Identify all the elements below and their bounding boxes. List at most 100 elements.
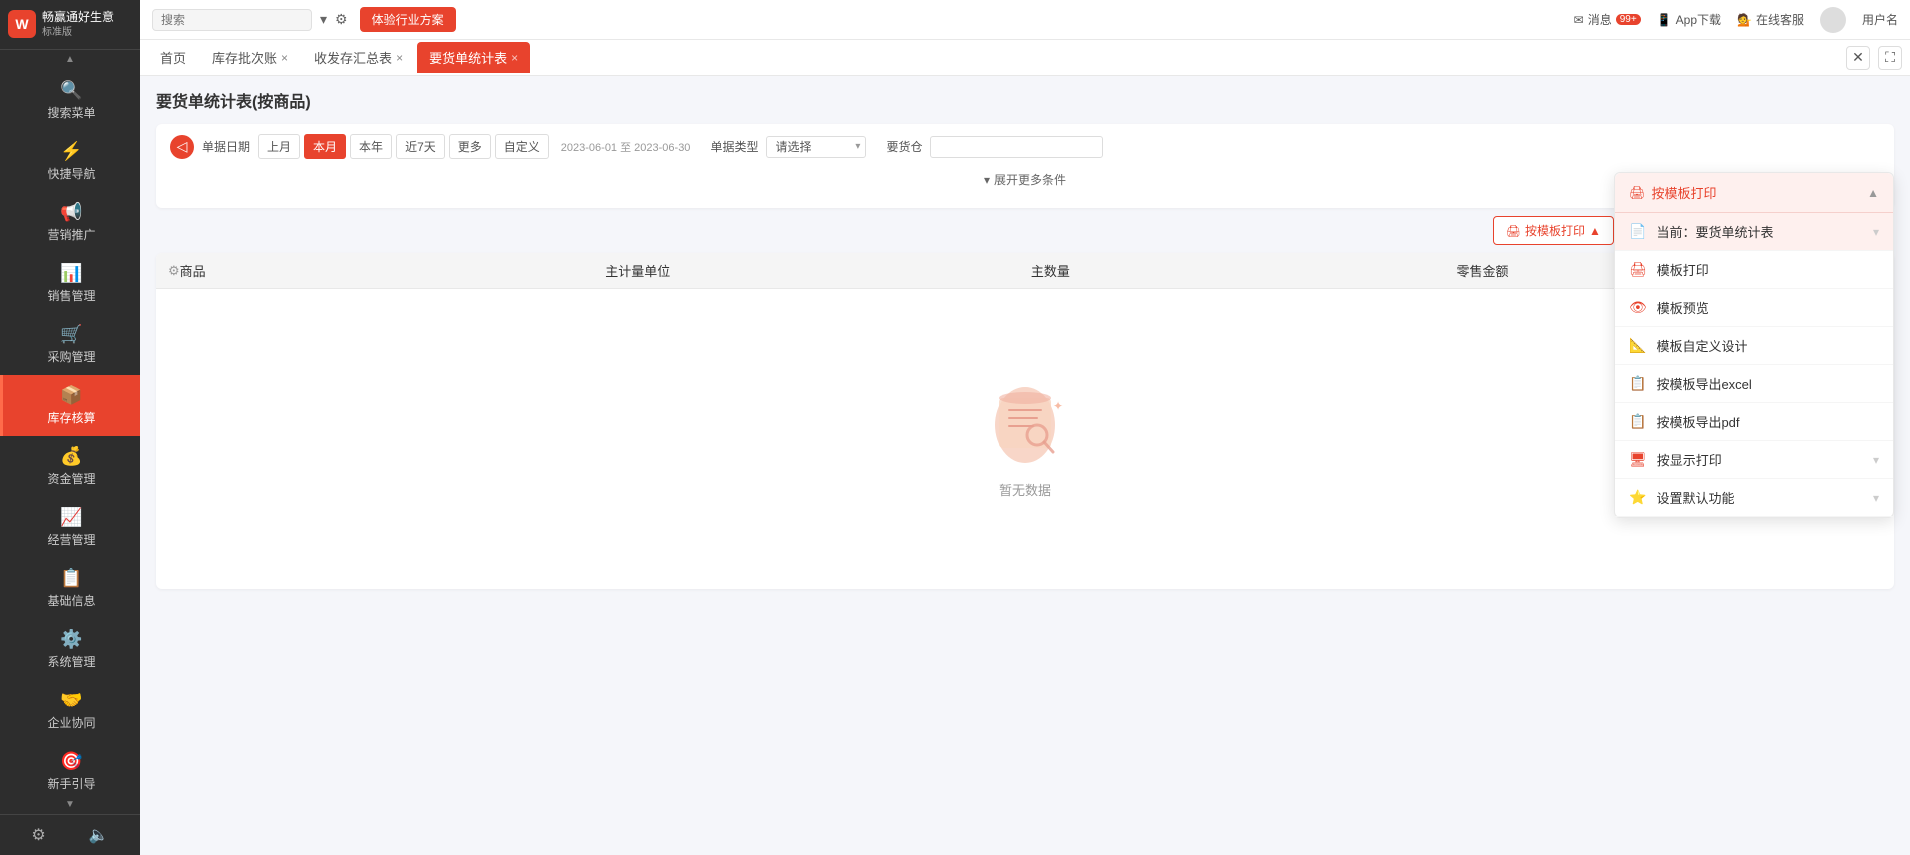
sidebar-item-purchase[interactable]: 🛒 采购管理 [0, 314, 140, 375]
settings-footer-icon[interactable]: ⚙ [31, 825, 45, 845]
sidebar-item-newbie[interactable]: 🎯 新手引导 [0, 741, 140, 794]
template-excel-label: 按模板导出excel [1656, 374, 1879, 393]
nav-dropdown-btn[interactable]: ▾ [320, 11, 327, 28]
sidebar-item-system[interactable]: ⚙️ 系统管理 [0, 619, 140, 680]
template-preview-label: 模板预览 [1657, 298, 1879, 317]
volume-footer-icon[interactable]: 🔈 [89, 825, 109, 845]
order-type-select-wrap: 请选择 [766, 136, 866, 158]
tab-receipt-summary[interactable]: 收发存汇总表 × [302, 42, 415, 73]
date-current-year-btn[interactable]: 本年 [350, 134, 392, 159]
app-download-item[interactable]: 📱 App下载 [1657, 11, 1721, 28]
tab-order-summary-label: 要货单统计表 [429, 48, 507, 67]
sales-icon: 📊 [60, 263, 82, 284]
tab-order-summary-close[interactable]: × [511, 51, 518, 65]
display-print-label: 按显示打印 [1657, 450, 1863, 469]
message-label: 消息 [1588, 11, 1612, 28]
sidebar-item-sales[interactable]: 📊 销售管理 [0, 253, 140, 314]
table-col-quantity: 主数量 [1031, 261, 1457, 280]
order-type-select[interactable]: 请选择 [766, 136, 866, 158]
display-print-icon: 🖥 [1629, 451, 1647, 468]
print-dropdown-collapse-btn[interactable]: ▲ [1867, 186, 1879, 200]
collab-icon: 🤝 [60, 690, 82, 711]
tab-close-all-btn[interactable]: ✕ [1846, 46, 1870, 70]
print-current-label-item[interactable]: 📄 当前：要货单统计表 ▾ [1615, 213, 1893, 251]
sidebar-item-finance[interactable]: 💰 资金管理 [0, 436, 140, 497]
sidebar-item-inventory-label: 库存核算 [47, 409, 95, 426]
expand-more-icon: ▾ [984, 173, 990, 187]
inventory-icon: 📦 [60, 385, 82, 406]
date-custom-btn[interactable]: 自定义 [495, 134, 549, 159]
date-last-7-days-btn[interactable]: 近7天 [396, 134, 445, 159]
tab-inventory-batch-label: 库存批次账 [212, 48, 277, 67]
tab-home[interactable]: 首页 [148, 42, 198, 73]
date-label: 单据日期 [202, 138, 250, 155]
sidebar-item-inventory[interactable]: 📦 库存核算 [0, 375, 140, 436]
tab-inventory-batch[interactable]: 库存批次账 × [200, 42, 300, 73]
header-gear-icon[interactable]: ⚙ [335, 11, 348, 28]
print-icon: 🖨 [1506, 224, 1521, 238]
expand-more-btn[interactable]: ▾ 展开更多条件 [972, 167, 1078, 192]
current-label-arrow: ▾ [1873, 225, 1879, 239]
sidebar-scroll-up[interactable]: ▲ [0, 50, 140, 70]
filter-main-row: ◁ 单据日期 上月 本月 本年 近7天 更多 自定义 2023-06-01 至 … [170, 134, 1880, 159]
sidebar-item-operations[interactable]: 📈 经营管理 [0, 497, 140, 558]
quick-nav-icon: ⚡ [60, 141, 82, 162]
date-prev-month-btn[interactable]: 上月 [258, 134, 300, 159]
sidebar-item-collab[interactable]: 🤝 企业协同 [0, 680, 140, 741]
print-template-preview-item[interactable]: 👁 模板预览 [1615, 289, 1893, 327]
date-current-month-btn[interactable]: 本月 [304, 134, 346, 159]
sidebar-item-system-label: 系统管理 [47, 653, 95, 670]
sidebar-nav: 🔍 搜索菜单 ⚡ 快捷导航 📢 营销推广 📊 销售管理 🛒 采购管理 📦 库存核… [0, 70, 140, 794]
operations-icon: 📈 [60, 507, 82, 528]
print-template-excel-item[interactable]: 📋 按模板导出excel [1615, 365, 1893, 403]
template-pdf-label: 按模板导出pdf [1656, 412, 1879, 431]
tab-inventory-batch-close[interactable]: × [281, 51, 288, 65]
display-print-arrow: ▾ [1873, 453, 1879, 467]
basic-icon: 📋 [60, 568, 82, 589]
date-filter-group: 上月 本月 本年 近7天 更多 自定义 [258, 134, 549, 159]
print-template-pdf-item[interactable]: 📋 按模板导出pdf [1615, 403, 1893, 441]
header-right: ✉ 消息 99+ 📱 App下载 💁 在线客服 用户名 [1574, 7, 1898, 33]
date-more-btn[interactable]: 更多 [449, 134, 491, 159]
empty-state: ✦ 暂无数据 [955, 320, 1095, 559]
print-dropdown-header: 🖨 按模板打印 ▲ [1615, 173, 1893, 213]
online-service-item[interactable]: 💁 在线客服 [1737, 11, 1804, 28]
default-func-arrow: ▾ [1873, 491, 1879, 505]
print-template-print-item[interactable]: 🖨 模板打印 [1615, 251, 1893, 289]
tab-order-summary[interactable]: 要货单统计表 × [417, 42, 530, 73]
sidebar-item-quick-nav[interactable]: ⚡ 快捷导航 [0, 131, 140, 192]
table-col-settings[interactable]: ⚙ [168, 263, 180, 279]
print-dropdown: 🖨 按模板打印 ▲ 📄 当前：要货单统计表 ▾ 🖨 模板打印 👁 模板预览 📐 [1614, 172, 1894, 518]
sidebar-scroll-down[interactable]: ▼ [0, 794, 140, 814]
template-excel-icon: 📋 [1629, 375, 1646, 392]
tab-maximize-btn[interactable]: ⛶ [1878, 46, 1902, 70]
print-template-label: 按模板打印 [1525, 222, 1585, 239]
avatar[interactable] [1820, 7, 1846, 33]
tab-receipt-summary-close[interactable]: × [396, 51, 403, 65]
tabs-bar: 首页 库存批次账 × 收发存汇总表 × 要货单统计表 × ✕ ⛶ [140, 40, 1910, 76]
sidebar-item-collab-label: 企业协同 [47, 714, 95, 731]
app-download-label: App下载 [1676, 11, 1721, 28]
sidebar-item-purchase-label: 采购管理 [47, 348, 95, 365]
sidebar: W 畅赢通好生意 标准版 ▲ 🔍 搜索菜单 ⚡ 快捷导航 📢 营销推广 📊 销售… [0, 0, 140, 855]
print-default-func-item[interactable]: ⭐ 设置默认功能 ▾ [1615, 479, 1893, 517]
trial-btn[interactable]: 体验行业方案 [360, 7, 456, 32]
print-template-btn[interactable]: 🖨 按模板打印 ▲ [1493, 216, 1614, 245]
search-input[interactable] [152, 9, 312, 31]
goods-input[interactable] [930, 136, 1103, 158]
message-item[interactable]: ✉ 消息 99+ [1574, 11, 1641, 28]
online-service-label: 在线客服 [1756, 11, 1804, 28]
filter-expand-btn[interactable]: ◁ [170, 135, 194, 159]
sidebar-item-search[interactable]: 🔍 搜索菜单 [0, 70, 140, 131]
print-display-print-item[interactable]: 🖥 按显示打印 ▾ [1615, 441, 1893, 479]
print-template-design-item[interactable]: 📐 模板自定义设计 [1615, 327, 1893, 365]
message-badge: 99+ [1616, 14, 1641, 25]
sidebar-item-basic[interactable]: 📋 基础信息 [0, 558, 140, 619]
sidebar-item-quick-nav-label: 快捷导航 [47, 165, 95, 182]
print-arrow-icon: ▲ [1589, 224, 1601, 238]
sidebar-item-finance-label: 资金管理 [47, 470, 95, 487]
empty-text: 暂无数据 [999, 480, 1051, 499]
sidebar-item-marketing[interactable]: 📢 营销推广 [0, 192, 140, 253]
current-label-text: 当前：要货单统计表 [1656, 222, 1863, 241]
template-pdf-icon: 📋 [1629, 413, 1646, 430]
